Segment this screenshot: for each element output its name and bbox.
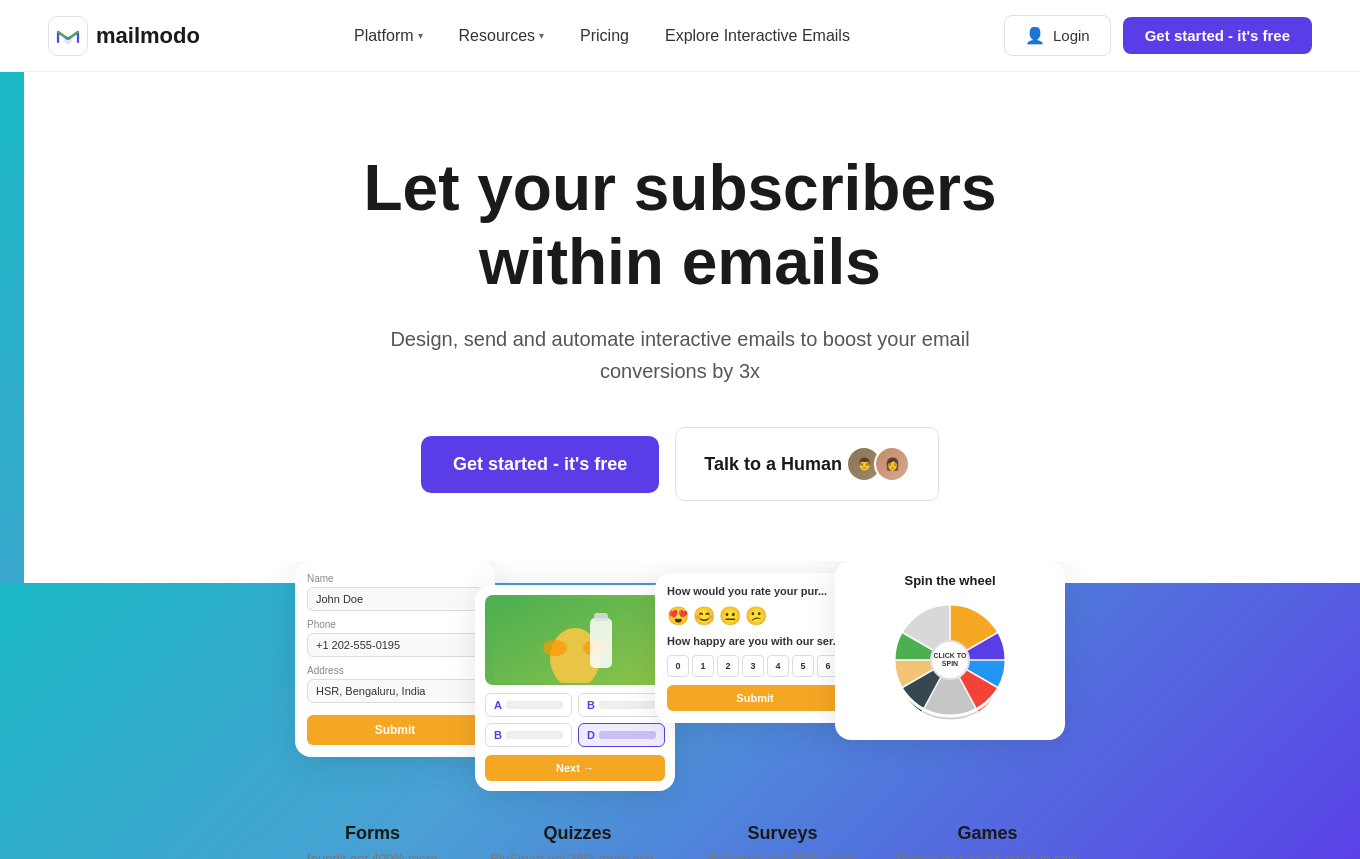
avatar-2: 👩 xyxy=(874,446,910,482)
phone-field: Phone xyxy=(307,619,483,657)
get-started-nav-button[interactable]: Get started - it's free xyxy=(1123,17,1312,54)
logo-icon xyxy=(48,16,88,56)
nav-link-platform[interactable]: Platform ▾ xyxy=(354,27,423,45)
nav-link-explore[interactable]: Explore Interactive Emails xyxy=(665,27,850,45)
emoji-smile[interactable]: 😊 xyxy=(693,605,715,627)
svg-rect-8 xyxy=(594,613,608,621)
games-label: Games Preplaced saw 5X email to sale xyxy=(885,807,1090,859)
quiz-option-a[interactable]: A xyxy=(485,693,572,717)
svg-rect-7 xyxy=(590,618,612,668)
nps-0[interactable]: 0 xyxy=(667,655,689,677)
form-card-inner: Name Phone Address Submit xyxy=(295,561,495,757)
hero-buttons: Get started - it's free Talk to a Human … xyxy=(421,427,939,501)
spin-center-button[interactable]: CLICK TO SPIN xyxy=(930,640,970,680)
nav-link-pricing[interactable]: Pricing xyxy=(580,27,629,45)
spin-wheel-card: Spin the wheel xyxy=(835,561,1065,740)
name-label: Name xyxy=(307,573,483,584)
nps-3[interactable]: 3 xyxy=(742,655,764,677)
nps-4[interactable]: 4 xyxy=(767,655,789,677)
address-label: Address xyxy=(307,665,483,676)
emoji-sad[interactable]: 😕 xyxy=(745,605,767,627)
quiz-option-b2[interactable]: B xyxy=(485,723,572,747)
survey-title: How would you rate your pur... xyxy=(667,585,843,597)
spin-card-inner: Spin the wheel xyxy=(835,561,1065,740)
svg-point-5 xyxy=(543,640,567,656)
cards-area: Name Phone Address Submit xyxy=(0,561,1360,859)
survey-card: How would you rate your pur... 😍 😊 😐 😕 H… xyxy=(655,573,855,723)
quiz-image xyxy=(485,595,665,685)
wheel-container: CLICK TO SPIN xyxy=(890,600,1010,720)
features-section: Name Phone Address Submit xyxy=(0,561,1360,859)
name-field: Name xyxy=(307,573,483,611)
name-input[interactable] xyxy=(307,587,483,611)
quiz-card: A B B D xyxy=(475,585,675,791)
nps-row: 0 1 2 3 4 5 6 xyxy=(667,655,843,677)
form-submit-button[interactable]: Submit xyxy=(307,715,483,745)
nps-2[interactable]: 2 xyxy=(717,655,739,677)
person-icon: 👤 xyxy=(1025,26,1045,45)
survey-submit-button[interactable]: Submit xyxy=(667,685,843,711)
nps-1[interactable]: 1 xyxy=(692,655,714,677)
surveys-label: Surveys Razorpay got 257% more feedback … xyxy=(680,807,885,859)
chevron-down-icon: ▾ xyxy=(539,30,544,41)
quiz-options: A B B D xyxy=(485,693,665,747)
login-button[interactable]: 👤 Login xyxy=(1004,15,1111,56)
phone-input[interactable] xyxy=(307,633,483,657)
talk-to-human-button[interactable]: Talk to a Human 👨 👩 xyxy=(675,427,939,501)
brand-name: mailmodo xyxy=(96,23,200,49)
spin-title: Spin the wheel xyxy=(904,573,995,588)
nav-actions: 👤 Login Get started - it's free xyxy=(1004,15,1312,56)
quiz-card-inner: A B B D xyxy=(475,585,675,791)
hero-section: Let your subscribers within emails Desig… xyxy=(0,72,1360,561)
nav-links: Platform ▾ Resources ▾ Pricing Explore I… xyxy=(354,27,850,45)
forms-card: Name Phone Address Submit xyxy=(295,561,495,757)
forms-label: Forms foundit got 400% more registration… xyxy=(270,807,475,859)
address-input[interactable] xyxy=(307,679,483,703)
quiz-option-d[interactable]: D xyxy=(578,723,665,747)
quizzes-label: Quizzes BluSmart got 35% more eng... xyxy=(475,807,680,859)
quiz-option-b[interactable]: B xyxy=(578,693,665,717)
nav-link-resources[interactable]: Resources ▾ xyxy=(459,27,544,45)
emoji-rating: 😍 😊 😐 😕 xyxy=(667,605,843,627)
get-started-hero-button[interactable]: Get started - it's free xyxy=(421,436,659,493)
emoji-neutral[interactable]: 😐 xyxy=(719,605,741,627)
address-field: Address xyxy=(307,665,483,703)
survey-subtitle: How happy are you with our ser... xyxy=(667,635,843,647)
hero-title: Let your subscribers within emails xyxy=(363,152,996,299)
logo[interactable]: mailmodo xyxy=(48,16,200,56)
avatar-group: 👨 👩 xyxy=(854,446,910,482)
phone-label: Phone xyxy=(307,619,483,630)
chevron-down-icon: ▾ xyxy=(418,30,423,41)
svg-rect-1 xyxy=(64,36,72,44)
nps-5[interactable]: 5 xyxy=(792,655,814,677)
survey-card-inner: How would you rate your pur... 😍 😊 😐 😕 H… xyxy=(655,573,855,723)
emoji-love[interactable]: 😍 xyxy=(667,605,689,627)
hero-subtitle: Design, send and automate interactive em… xyxy=(380,323,980,387)
navbar: mailmodo Platform ▾ Resources ▾ Pricing … xyxy=(0,0,1360,72)
quiz-next-button[interactable]: Next → xyxy=(485,755,665,781)
